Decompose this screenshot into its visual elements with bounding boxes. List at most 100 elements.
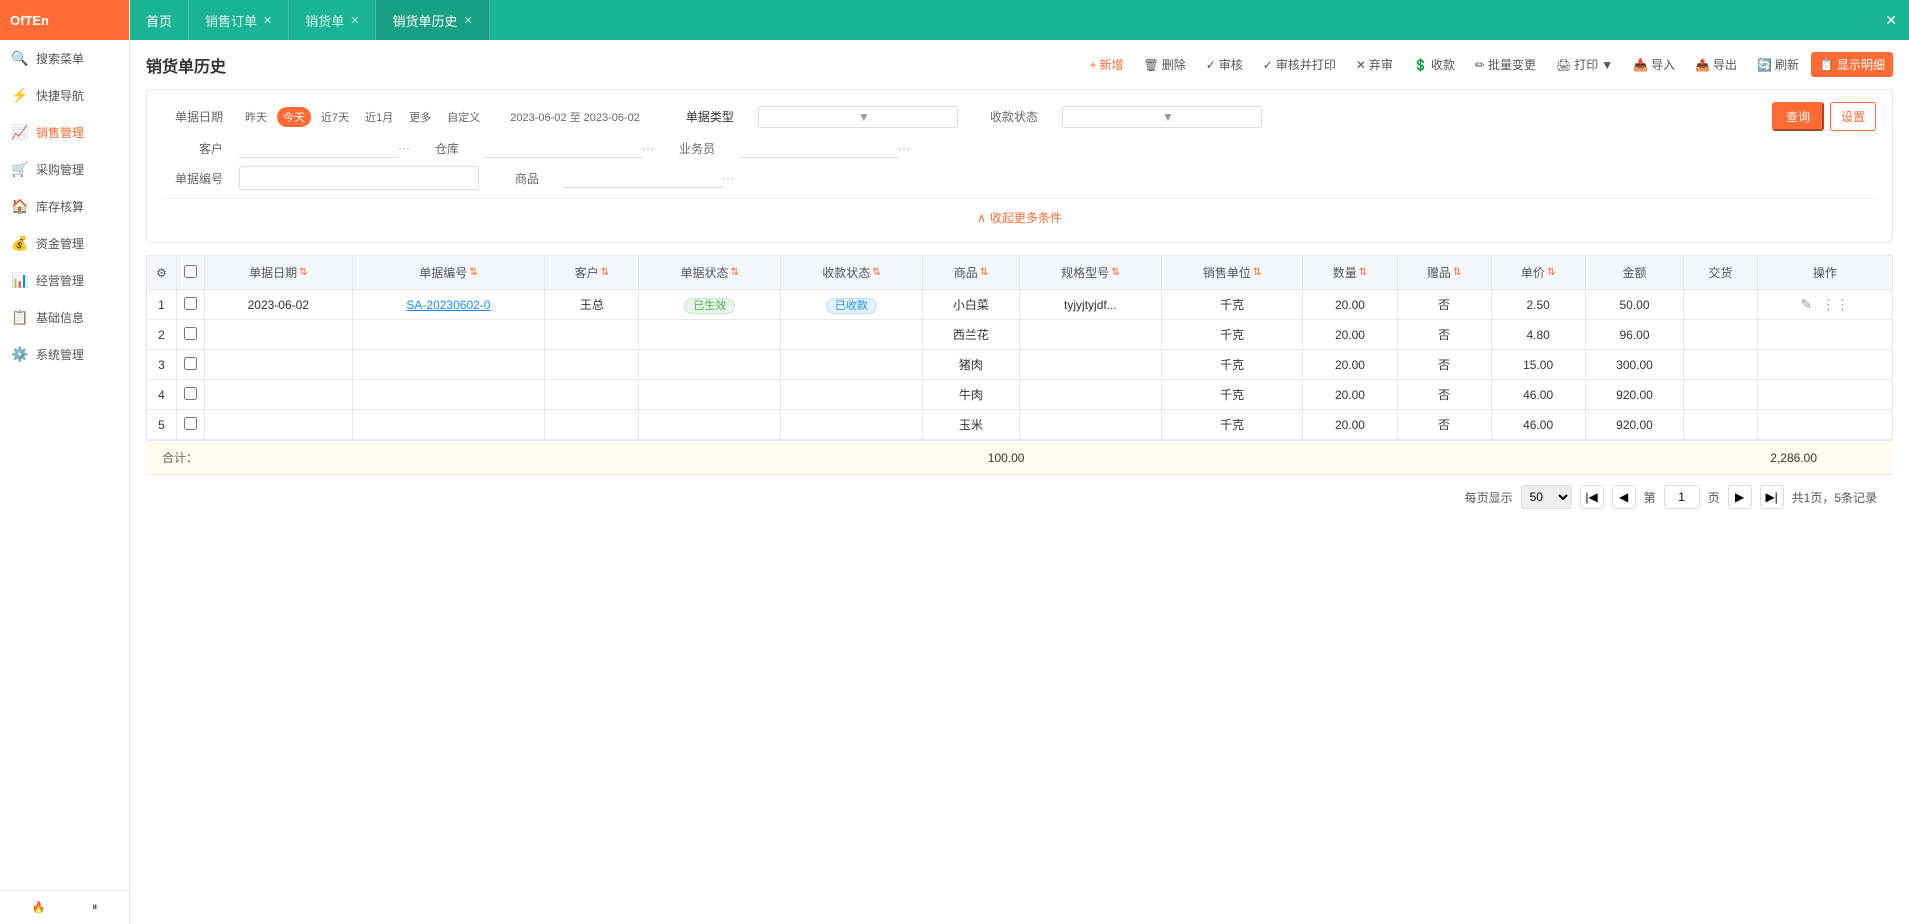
business-input[interactable] <box>743 141 898 155</box>
table-header: ⚙ 单据日期⇅ 单据编号⇅ 客户⇅ <box>147 256 1893 290</box>
sidebar-label-quick-nav: 快捷导航 <box>36 87 84 104</box>
row4-doc-status <box>639 380 781 410</box>
audit-print-button[interactable]: ✓ 审核并打印 <box>1255 52 1344 77</box>
import-button[interactable]: 📥 导入 <box>1625 52 1683 77</box>
row1-checkbox[interactable] <box>177 290 205 320</box>
col-gift[interactable]: 赠品⇅ <box>1397 256 1491 290</box>
close-all-tabs[interactable]: ✕ <box>1885 12 1897 29</box>
row5-checkbox[interactable] <box>177 410 205 440</box>
sidebar-item-sales-mgmt[interactable]: 📈 销售管理 <box>0 114 129 151</box>
first-page-btn[interactable]: |◀ <box>1580 485 1604 509</box>
sidebar-bottom-actions[interactable]: 🔥 ⏸ <box>0 891 129 924</box>
payment-status-select[interactable]: ▼ <box>1062 106 1262 128</box>
col-customer[interactable]: 客户⇅ <box>545 256 639 290</box>
col-gear[interactable]: ⚙ <box>147 256 177 290</box>
date-tag-custom[interactable]: 自定义 <box>441 107 486 127</box>
sidebar-item-quick-nav[interactable]: ⚡ 快捷导航 <box>0 77 129 114</box>
tab-close-sales-history[interactable]: ✕ <box>464 14 473 27</box>
per-page-select[interactable]: 50 20 100 <box>1521 485 1572 509</box>
tab-close-sales-order[interactable]: ✕ <box>263 14 272 27</box>
print-button[interactable]: 🖨 打印 ▼ <box>1548 52 1621 77</box>
tab-home[interactable]: 首页 <box>130 0 189 40</box>
warehouse-input[interactable] <box>487 141 642 155</box>
col-goods[interactable]: 商品⇅ <box>922 256 1019 290</box>
goods-ellipsis[interactable]: ··· <box>722 171 734 185</box>
row2-customer <box>545 320 639 350</box>
row1-doc-number[interactable]: SA-20230602-0 <box>352 290 545 320</box>
show-detail-button[interactable]: 📋 显示明细 <box>1811 52 1893 77</box>
row3-spec <box>1020 350 1162 380</box>
date-tag-yesterday[interactable]: 昨天 <box>239 107 273 127</box>
row1-edit-btn[interactable]: ✎ <box>1797 296 1815 312</box>
sidebar-item-basic-info[interactable]: 📋 基础信息 <box>0 299 129 336</box>
row2-checkbox[interactable] <box>177 320 205 350</box>
select-all-checkbox[interactable] <box>184 265 197 278</box>
batch-change-button[interactable]: ✏ 批量变更 <box>1467 52 1544 77</box>
audit-button[interactable]: ✓ 审核 <box>1198 52 1251 77</box>
pause-icon[interactable]: ⏸ <box>92 901 98 914</box>
refresh-button[interactable]: 🔄 刷新 <box>1749 52 1807 77</box>
export-icon: 📤 <box>1695 58 1710 72</box>
tab-sales-goods[interactable]: 销货单 ✕ <box>289 0 376 40</box>
new-button[interactable]: + 新增 <box>1081 52 1131 77</box>
col-payment-status[interactable]: 收款状态⇅ <box>781 256 923 290</box>
row2-doc-status <box>639 320 781 350</box>
import-icon: 📥 <box>1633 58 1648 72</box>
col-unit[interactable]: 销售单位⇅ <box>1161 256 1303 290</box>
prev-page-btn[interactable]: ◀ <box>1612 485 1636 509</box>
doc-number-input[interactable] <box>239 166 479 190</box>
export-button[interactable]: 📤 导出 <box>1687 52 1745 77</box>
sidebar-item-finance[interactable]: 💰 资金管理 <box>0 225 129 262</box>
business-ellipsis[interactable]: ··· <box>898 141 910 155</box>
doc-type-select[interactable]: ▼ <box>758 106 958 128</box>
date-tag-more[interactable]: 更多 <box>403 107 437 127</box>
tab-sales-history[interactable]: 销货单历史 ✕ <box>376 0 489 40</box>
sidebar-item-purchase-mgmt[interactable]: 🛒 采购管理 <box>0 151 129 188</box>
row2-qty: 20.00 <box>1303 320 1397 350</box>
tab-close-sales-goods[interactable]: ✕ <box>350 14 359 27</box>
row1-more-btn[interactable]: ⋮⋮ <box>1818 296 1852 312</box>
doc-number-label: 单据编号 <box>163 170 223 187</box>
warehouse-ellipsis[interactable]: ··· <box>642 141 654 155</box>
current-page-input[interactable] <box>1664 485 1700 509</box>
row3-checkbox[interactable] <box>177 350 205 380</box>
col-doc-date[interactable]: 单据日期⇅ <box>205 256 353 290</box>
last-page-btn[interactable]: ▶| <box>1760 485 1784 509</box>
customer-ellipsis[interactable]: ··· <box>398 141 410 155</box>
col-qty[interactable]: 数量⇅ <box>1303 256 1397 290</box>
collect-button[interactable]: 💲 收款 <box>1405 52 1463 77</box>
sidebar-label-system: 系统管理 <box>36 346 84 363</box>
date-tag-7days[interactable]: 近7天 <box>315 107 355 127</box>
sidebar-item-search-menu[interactable]: 🔍 搜索菜单 <box>0 40 129 77</box>
delete-button[interactable]: 🗑 删除 <box>1135 52 1193 77</box>
col-spec[interactable]: 规格型号⇅ <box>1020 256 1162 290</box>
row4-qty: 20.00 <box>1303 380 1397 410</box>
next-page-btn[interactable]: ▶ <box>1728 485 1752 509</box>
row4-checkbox[interactable] <box>177 380 205 410</box>
row3-doc-date <box>205 350 353 380</box>
sidebar-item-system[interactable]: ⚙️ 系统管理 <box>0 336 129 373</box>
row5-action <box>1757 410 1892 440</box>
sidebar-item-inventory[interactable]: 🏠 库存核算 <box>0 188 129 225</box>
query-button[interactable]: 查询 <box>1772 102 1824 131</box>
customer-input[interactable] <box>243 141 398 155</box>
fire-icon[interactable]: 🔥 <box>31 901 45 914</box>
goods-label: 商品 <box>515 170 539 187</box>
abandon-button[interactable]: ✕ 弃审 <box>1348 52 1401 77</box>
row4-action <box>1757 380 1892 410</box>
page-title: 销货单历史 <box>146 53 226 77</box>
settings-button[interactable]: 设置 <box>1830 102 1876 131</box>
row3-unit-price: 15.00 <box>1491 350 1585 380</box>
row2-goods: 西兰花 <box>922 320 1019 350</box>
col-doc-status[interactable]: 单据状态⇅ <box>639 256 781 290</box>
tab-sales-order[interactable]: 销售订单 ✕ <box>189 0 289 40</box>
date-tag-1month[interactable]: 近1月 <box>359 107 399 127</box>
sidebar-item-operations[interactable]: 📊 经营管理 <box>0 262 129 299</box>
date-tag-today[interactable]: 今天 <box>277 107 311 127</box>
col-unit-price[interactable]: 单价⇅ <box>1491 256 1585 290</box>
table-body: 1 2023-06-02 SA-20230602-0 王总 已生效 已收款 小白… <box>147 290 1893 440</box>
collapse-button[interactable]: ∧ 收起更多条件 <box>163 205 1876 230</box>
goods-input[interactable] <box>567 171 722 185</box>
row3-num: 3 <box>147 350 177 380</box>
col-doc-number[interactable]: 单据编号⇅ <box>352 256 545 290</box>
